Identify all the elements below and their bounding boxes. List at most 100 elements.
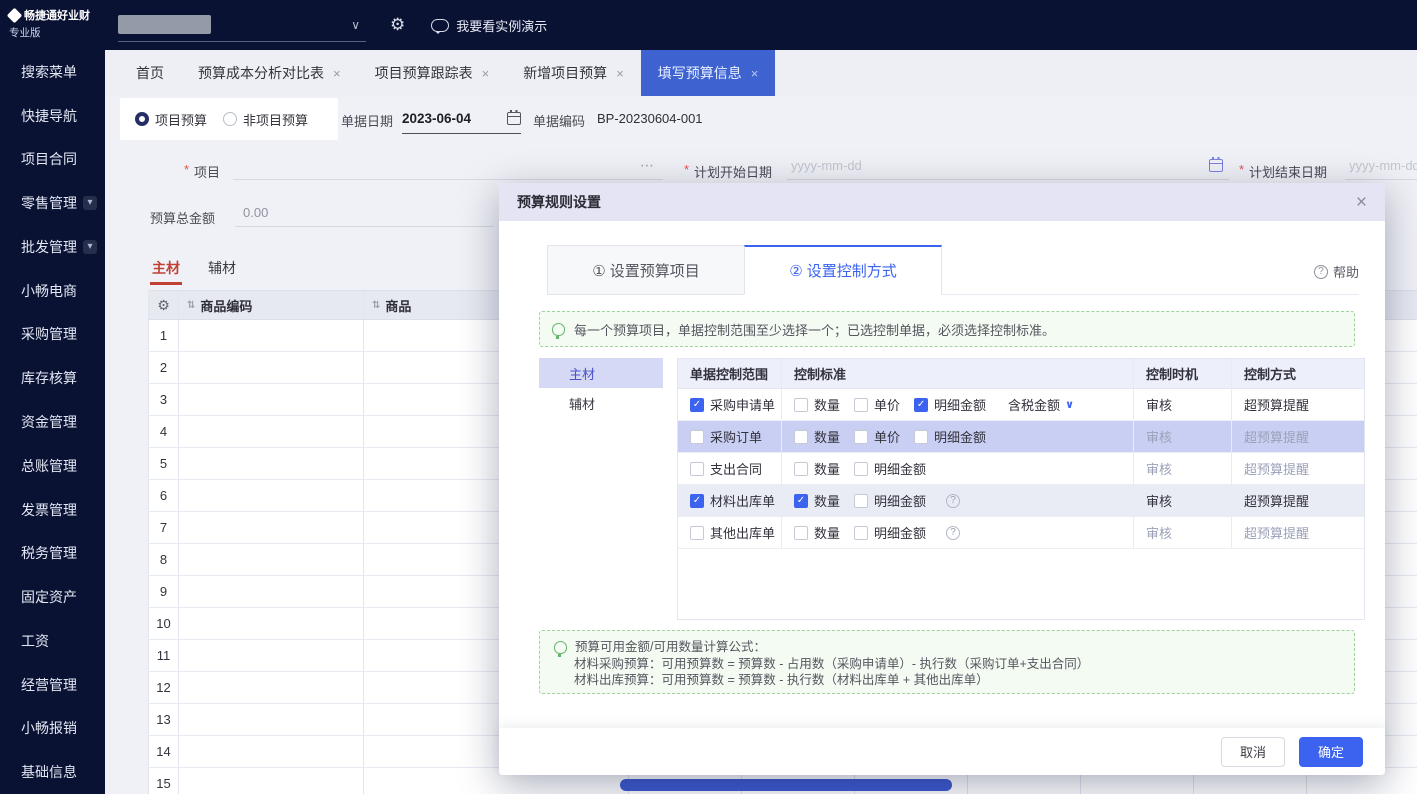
grid-cell[interactable] [179,608,364,639]
page-tab-2[interactable]: 预算成本分析对比表 × [181,50,358,96]
grid-cell[interactable] [179,480,364,511]
sidebar-item-14[interactable]: 工资 [0,619,105,663]
info-icon[interactable]: ? [946,525,961,540]
grid-cell[interactable] [179,320,364,351]
settings-gear-icon[interactable]: ⚙ [390,15,405,35]
dialog-tab-1[interactable]: ① 设置预算项目 [547,245,745,295]
sidebar-item-9[interactable]: 资金管理 [0,400,105,444]
tab-close-icon[interactable]: × [482,66,490,81]
doc-checkbox[interactable] [690,429,704,444]
page-tab-1[interactable]: 首页 [119,50,181,96]
grid-cell[interactable] [179,416,364,447]
sidebar-item-2[interactable]: 快捷导航 [0,94,105,138]
material-tabs: 主材 辅材 [150,254,238,285]
sidebar-item-5[interactable]: 批发管理 ▾ [0,225,105,269]
row-number-cell: 6 [149,480,179,511]
sidebar-item-13[interactable]: 固定资产 [0,575,105,619]
doc-checkbox[interactable] [690,525,704,540]
grid-cell[interactable] [179,448,364,479]
plan-end-input[interactable]: yyyy-mm-dd [1345,152,1417,180]
rules-row-5: 其他出库单 数量 明细金额? 审核 超预算提醒 [678,517,1364,549]
tab-close-icon[interactable]: × [333,66,341,81]
close-icon[interactable]: × [1356,193,1367,212]
tab-close-icon[interactable]: × [616,66,624,81]
criteria-checkbox[interactable] [854,397,869,412]
tab-close-icon[interactable]: × [751,66,759,81]
sidebar-item-15[interactable]: 经营管理 [0,663,105,707]
grid-cell[interactable] [179,352,364,383]
grid-cell[interactable] [179,640,364,671]
radio-project-budget[interactable]: 项目预算 [135,110,207,129]
doc-checkbox[interactable] [690,461,704,476]
sidebar-item-11[interactable]: 发票管理 [0,488,105,532]
sidebar-item-label: 固定资产 [21,589,77,606]
criteria-checkbox[interactable] [914,429,929,444]
criteria-checkbox[interactable] [854,493,869,508]
calendar-icon[interactable] [1209,156,1223,172]
criteria-label: 数量 [814,398,841,413]
horizontal-scrollbar-thumb[interactable] [620,779,952,791]
material-tab-1[interactable]: 主材 [150,254,182,285]
criteria-checkbox[interactable] [794,461,808,476]
grid-cell[interactable] [179,736,364,767]
criteria-checkbox[interactable] [854,525,869,540]
brand: 畅捷通好业财 专业版 [0,0,105,50]
cancel-button[interactable]: 取消 [1221,736,1285,767]
sidebar-item-17[interactable]: 基础信息 [0,750,105,794]
sidebar-item-4[interactable]: 零售管理 ▾ [0,181,105,225]
demo-link[interactable]: 我要看实例演示 [431,16,547,35]
grid-cell[interactable] [179,768,364,794]
material-tab-2[interactable]: 辅材 [206,254,238,282]
timing-value: 审核 [1146,430,1173,445]
category-item-1[interactable]: 主材 [539,358,663,388]
page-tab-5[interactable]: 填写预算信息 × [640,50,776,96]
dialog-tab-2[interactable]: ② 设置控制方式 [744,245,942,295]
sidebar-item-label: 发票管理 [21,501,77,518]
sidebar-item-10[interactable]: 总账管理 [0,444,105,488]
sidebar-item-1[interactable]: 搜索菜单 [0,50,105,94]
page-tab-4[interactable]: 新增项目预算 × [506,50,641,96]
grid-cell[interactable] [179,384,364,415]
sidebar-item-16[interactable]: 小畅报销 [0,706,105,750]
ellipsis-picker-icon[interactable]: ⋯ [640,157,655,174]
gear-icon[interactable]: ⚙ [157,297,170,314]
org-selector[interactable]: ∨ [118,9,366,42]
category-item-2[interactable]: 辅材 [539,388,663,418]
sidebar-item-12[interactable]: 税务管理 [0,531,105,575]
criteria-checkbox[interactable] [794,525,808,540]
doc-date-input[interactable]: 2023-06-04 [402,104,521,134]
plan-start-input[interactable]: yyyy-mm-dd [787,152,1229,180]
criteria-cell: 数量 明细金额? [782,517,1134,548]
sidebar-item-8[interactable]: 库存核算 [0,356,105,400]
grid-cell[interactable] [179,576,364,607]
info-icon[interactable]: ? [946,493,961,508]
budget-total-input[interactable]: 0.00 [235,199,493,227]
grid-cell[interactable] [179,544,364,575]
criteria-checkbox[interactable] [854,429,869,444]
help-link[interactable]: ? 帮助 [1313,262,1359,281]
sidebar: 畅捷通好业财 专业版 搜索菜单 快捷导航 项目合同 零售管理 ▾ 批发管理 ▾ 小畅电商 采购管… [0,0,105,794]
calendar-icon[interactable] [507,109,521,125]
criteria-checkbox[interactable]: ✓ [914,397,929,412]
sidebar-item-7[interactable]: 采购管理 [0,313,105,357]
doc-checkbox[interactable]: ✓ [690,493,704,508]
criteria-checkbox[interactable] [794,429,808,444]
doc-scope-cell: ✓ 采购申请单 [678,389,782,420]
doc-checkbox[interactable]: ✓ [690,397,704,412]
tax-amount-select[interactable]: 含税金额 ∨ [1008,395,1074,414]
grid-cell[interactable] [179,512,364,543]
criteria-checkbox[interactable] [854,461,869,476]
page-tab-3[interactable]: 项目预算跟踪表 × [358,50,507,96]
criteria-checkbox[interactable]: ✓ [794,493,808,508]
criteria-checkbox[interactable] [794,397,808,412]
doc-code-label: 单据编码 [533,114,586,129]
grid-settings-cell: ⚙ [149,291,179,319]
grid-cell[interactable] [179,672,364,703]
sidebar-item-6[interactable]: 小畅电商 [0,269,105,313]
project-input[interactable]: ⋯ [233,152,663,180]
grid-cell[interactable] [179,704,364,735]
required-mark: * [184,162,190,177]
radio-nonproject-budget[interactable]: 非项目预算 [223,110,308,129]
confirm-button[interactable]: 确定 [1299,736,1363,767]
sidebar-item-3[interactable]: 项目合同 [0,138,105,182]
